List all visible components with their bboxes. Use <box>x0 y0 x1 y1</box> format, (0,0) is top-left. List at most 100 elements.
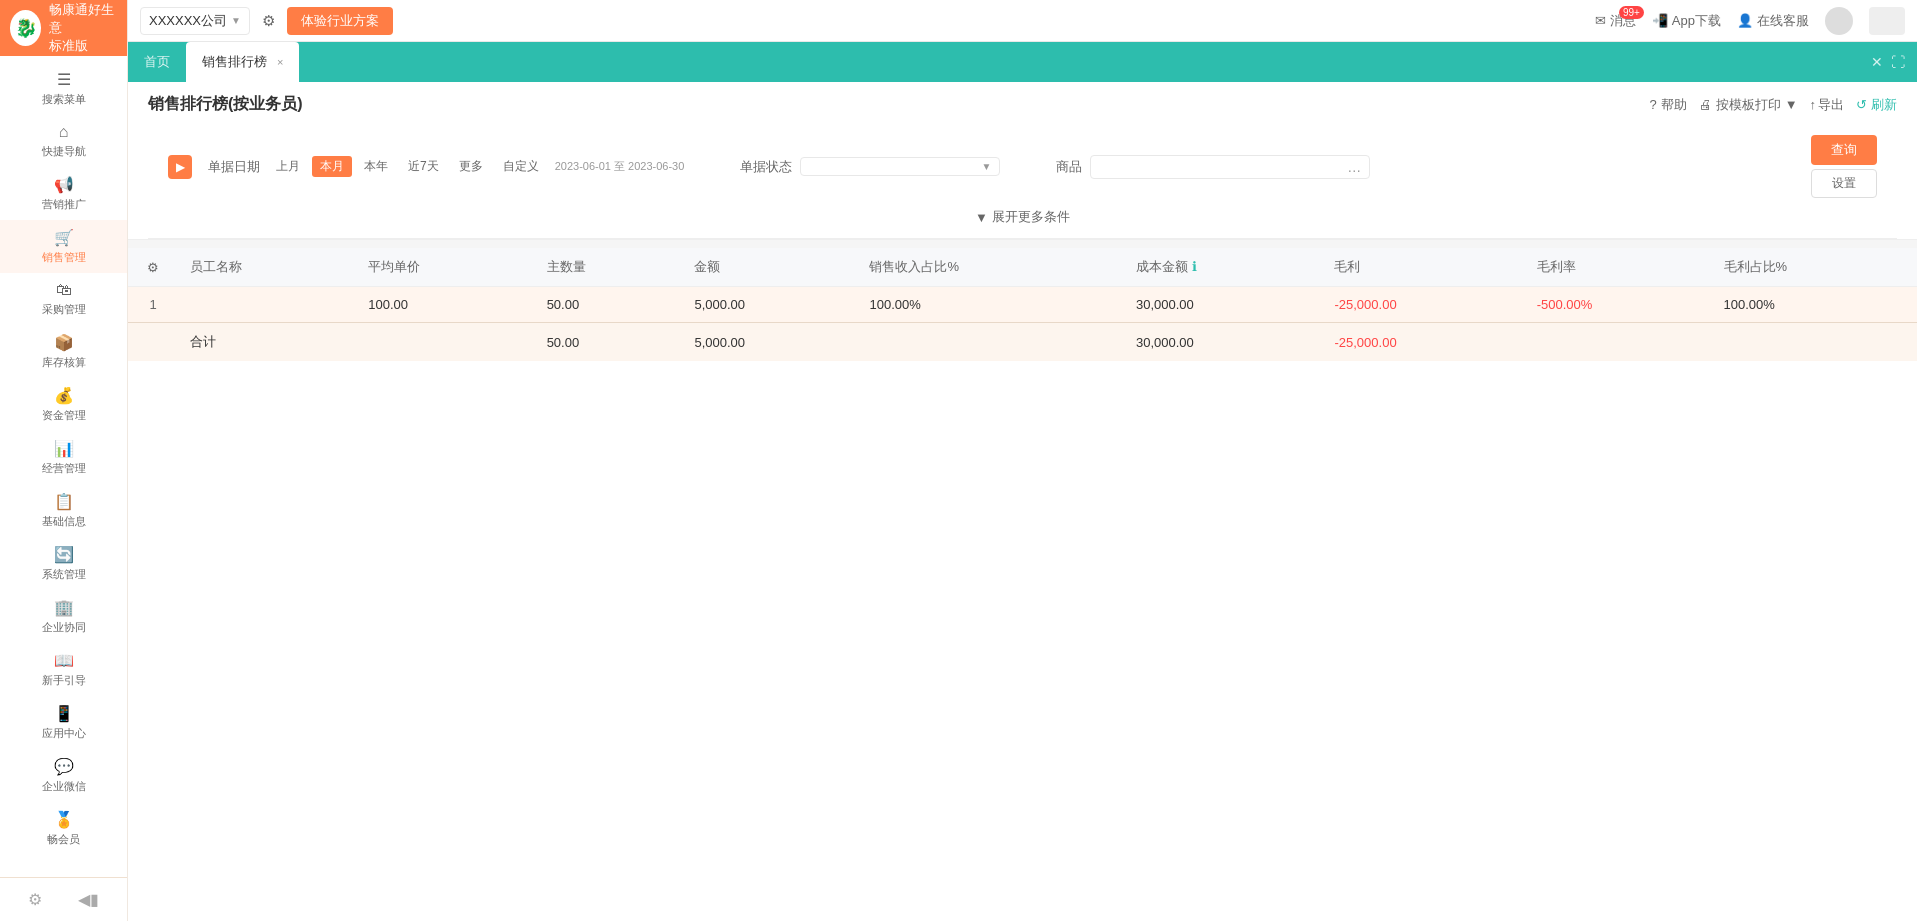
sidebar-item-inventory[interactable]: 📦 库存核算 <box>0 325 127 378</box>
sidebar-item-system[interactable]: 🔄 系统管理 <box>0 537 127 590</box>
tab-home[interactable]: 首页 <box>128 42 186 82</box>
page-header: 销售排行榜(按业务员) ? 帮助 🖨 按模板打印 ▼ ↑ 导出 <box>128 82 1917 240</box>
purchase-icon: 🛍 <box>56 281 72 299</box>
sidebar-item-operations[interactable]: 📊 经营管理 <box>0 431 127 484</box>
tab-close-icon[interactable]: × <box>277 56 283 68</box>
settings-gear-icon[interactable]: ⚙ <box>28 890 42 909</box>
settings-icon[interactable]: ⚙ <box>258 8 279 34</box>
footer-cost: 30,000.00 <box>1124 323 1323 362</box>
tab-active-label: 销售排行榜 <box>202 53 267 71</box>
help-button[interactable]: ? 帮助 <box>1649 96 1686 114</box>
col-amount: 金额 <box>682 248 857 287</box>
sidebar-item-wechat[interactable]: 💬 企业微信 <box>0 749 127 802</box>
refresh-icon: ↺ <box>1856 97 1867 112</box>
sidebar-item-label: 快捷导航 <box>42 144 86 159</box>
date-tab-custom[interactable]: 自定义 <box>495 156 547 177</box>
sidebar-item-quick-nav[interactable]: ⌂ 快捷导航 <box>0 115 127 167</box>
sidebar-item-label: 资金管理 <box>42 408 86 423</box>
refresh-button[interactable]: ↺ 刷新 <box>1856 96 1897 114</box>
wechat-icon: 💬 <box>54 757 74 776</box>
message-button[interactable]: ✉ 消息 99+ <box>1595 12 1636 30</box>
app-download-button[interactable]: 📲 App下载 <box>1652 12 1721 30</box>
sidebar-item-sales[interactable]: 🛒 销售管理 <box>0 220 127 273</box>
goods-filter-label: 商品 <box>1056 158 1082 176</box>
col-avg-price: 平均单价 <box>356 248 534 287</box>
operations-icon: 📊 <box>54 439 74 458</box>
collapse-sidebar-icon[interactable]: ◀▮ <box>78 890 99 909</box>
app-version: 标准版 <box>49 37 117 55</box>
table-footer-row: 合计 50.00 5,000.00 30,000.00 -25,000.00 <box>128 323 1917 362</box>
footer-amount: 5,000.00 <box>682 323 857 362</box>
goods-input[interactable]: … <box>1090 155 1370 179</box>
print-button[interactable]: 🖨 按模板打印 ▼ <box>1699 96 1798 114</box>
sidebar-item-member[interactable]: 🏅 畅会员 <box>0 802 127 855</box>
marketing-icon: 📢 <box>54 175 74 194</box>
company-selector[interactable]: XXXXXX公司 ▼ <box>140 7 250 35</box>
cost-info-icon[interactable]: ℹ <box>1192 259 1197 274</box>
date-tab-this-year[interactable]: 本年 <box>356 156 396 177</box>
sidebar-item-enterprise[interactable]: 🏢 企业协同 <box>0 590 127 643</box>
goods-ellipsis-icon[interactable]: … <box>1347 159 1361 175</box>
sidebar-item-apps[interactable]: 📱 应用中心 <box>0 696 127 749</box>
date-tabs: 上月 本月 本年 近7天 更多 自定义 <box>268 156 547 177</box>
tabs-bar: 首页 销售排行榜 × ✕ ⛶ <box>128 42 1917 82</box>
col-gross-pct: 毛利占比% <box>1712 248 1917 287</box>
tab-home-label: 首页 <box>144 53 170 71</box>
export-button[interactable]: ↑ 导出 <box>1810 96 1845 114</box>
table-wrapper: ⚙ 员工名称 平均单价 主数量 金额 销售收入占比% 成本金额 ℹ 毛利 毛利率… <box>128 248 1917 921</box>
date-tab-more[interactable]: 更多 <box>451 156 491 177</box>
sidebar-item-label: 新手引导 <box>42 673 86 688</box>
refresh-label: 刷新 <box>1871 96 1897 114</box>
sidebar-item-label: 采购管理 <box>42 302 86 317</box>
status-filter-label: 单据状态 <box>740 158 792 176</box>
service-label: 在线客服 <box>1757 12 1809 30</box>
date-tab-this-month[interactable]: 本月 <box>312 156 352 177</box>
sidebar-item-finance[interactable]: 💰 资金管理 <box>0 378 127 431</box>
footer-empty-1 <box>128 323 178 362</box>
cell-gross-rate: -500.00% <box>1525 287 1712 323</box>
sidebar-item-label: 营销推广 <box>42 197 86 212</box>
sidebar-item-marketing[interactable]: 📢 营销推广 <box>0 167 127 220</box>
footer-empty-5 <box>1712 323 1917 362</box>
sidebar-item-label: 畅会员 <box>47 832 80 847</box>
sidebar: 🐉 畅康通好生意 标准版 ☰ 搜索菜单 ⌂ 快捷导航 📢 营销推广 🛒 销售管理… <box>0 0 128 921</box>
expand-label: 展开更多条件 <box>992 208 1070 226</box>
expand-conditions-button[interactable]: ▼ 展开更多条件 <box>168 204 1877 228</box>
finance-icon: 💰 <box>54 386 74 405</box>
settings-button[interactable]: 设置 <box>1811 169 1877 198</box>
date-tab-7days[interactable]: 近7天 <box>400 156 447 177</box>
col-gross-profit: 毛利 <box>1322 248 1524 287</box>
col-gross-rate: 毛利率 <box>1525 248 1712 287</box>
sidebar-item-label: 经营管理 <box>42 461 86 476</box>
message-icon: ✉ <box>1595 13 1606 28</box>
filter-area: ▶ 单据日期 上月 本月 本年 近7天 更多 自定义 2023-06-01 至 … <box>148 125 1897 239</box>
filter-toggle-button[interactable]: ▶ <box>168 155 192 179</box>
footer-gross-profit: -25,000.00 <box>1322 323 1524 362</box>
col-employee: 员工名称 <box>178 248 356 287</box>
sidebar-item-search[interactable]: ☰ 搜索菜单 <box>0 62 127 115</box>
tab-sales-ranking[interactable]: 销售排行榜 × <box>186 42 299 82</box>
status-select[interactable]: ▼ <box>800 157 1000 176</box>
export-icon: ↑ <box>1810 97 1817 112</box>
cell-amount: 5,000.00 <box>682 287 857 323</box>
sidebar-item-basic[interactable]: 📋 基础信息 <box>0 484 127 537</box>
message-badge: 99+ <box>1619 6 1644 19</box>
sidebar-item-purchase[interactable]: 🛍 采购管理 <box>0 273 127 325</box>
avatar[interactable] <box>1825 7 1853 35</box>
footer-empty-3 <box>857 323 1123 362</box>
trial-button[interactable]: 体验行业方案 <box>287 7 393 35</box>
date-tab-last-month[interactable]: 上月 <box>268 156 308 177</box>
export-label: 导出 <box>1818 96 1844 114</box>
home-icon: ⌂ <box>59 123 69 141</box>
app-icon: 📲 <box>1652 13 1668 28</box>
query-button[interactable]: 查询 <box>1811 135 1877 165</box>
service-icon: 👤 <box>1737 13 1753 28</box>
close-window-icon[interactable]: ✕ <box>1871 54 1883 70</box>
maximize-window-icon[interactable]: ⛶ <box>1891 54 1905 70</box>
page-title-row: 销售排行榜(按业务员) ? 帮助 🖨 按模板打印 ▼ ↑ 导出 <box>148 94 1897 125</box>
cell-gross-profit: -25,000.00 <box>1322 287 1524 323</box>
online-service-button[interactable]: 👤 在线客服 <box>1737 12 1809 30</box>
sidebar-item-guide[interactable]: 📖 新手引导 <box>0 643 127 696</box>
sidebar-item-label: 企业协同 <box>42 620 86 635</box>
guide-icon: 📖 <box>54 651 74 670</box>
